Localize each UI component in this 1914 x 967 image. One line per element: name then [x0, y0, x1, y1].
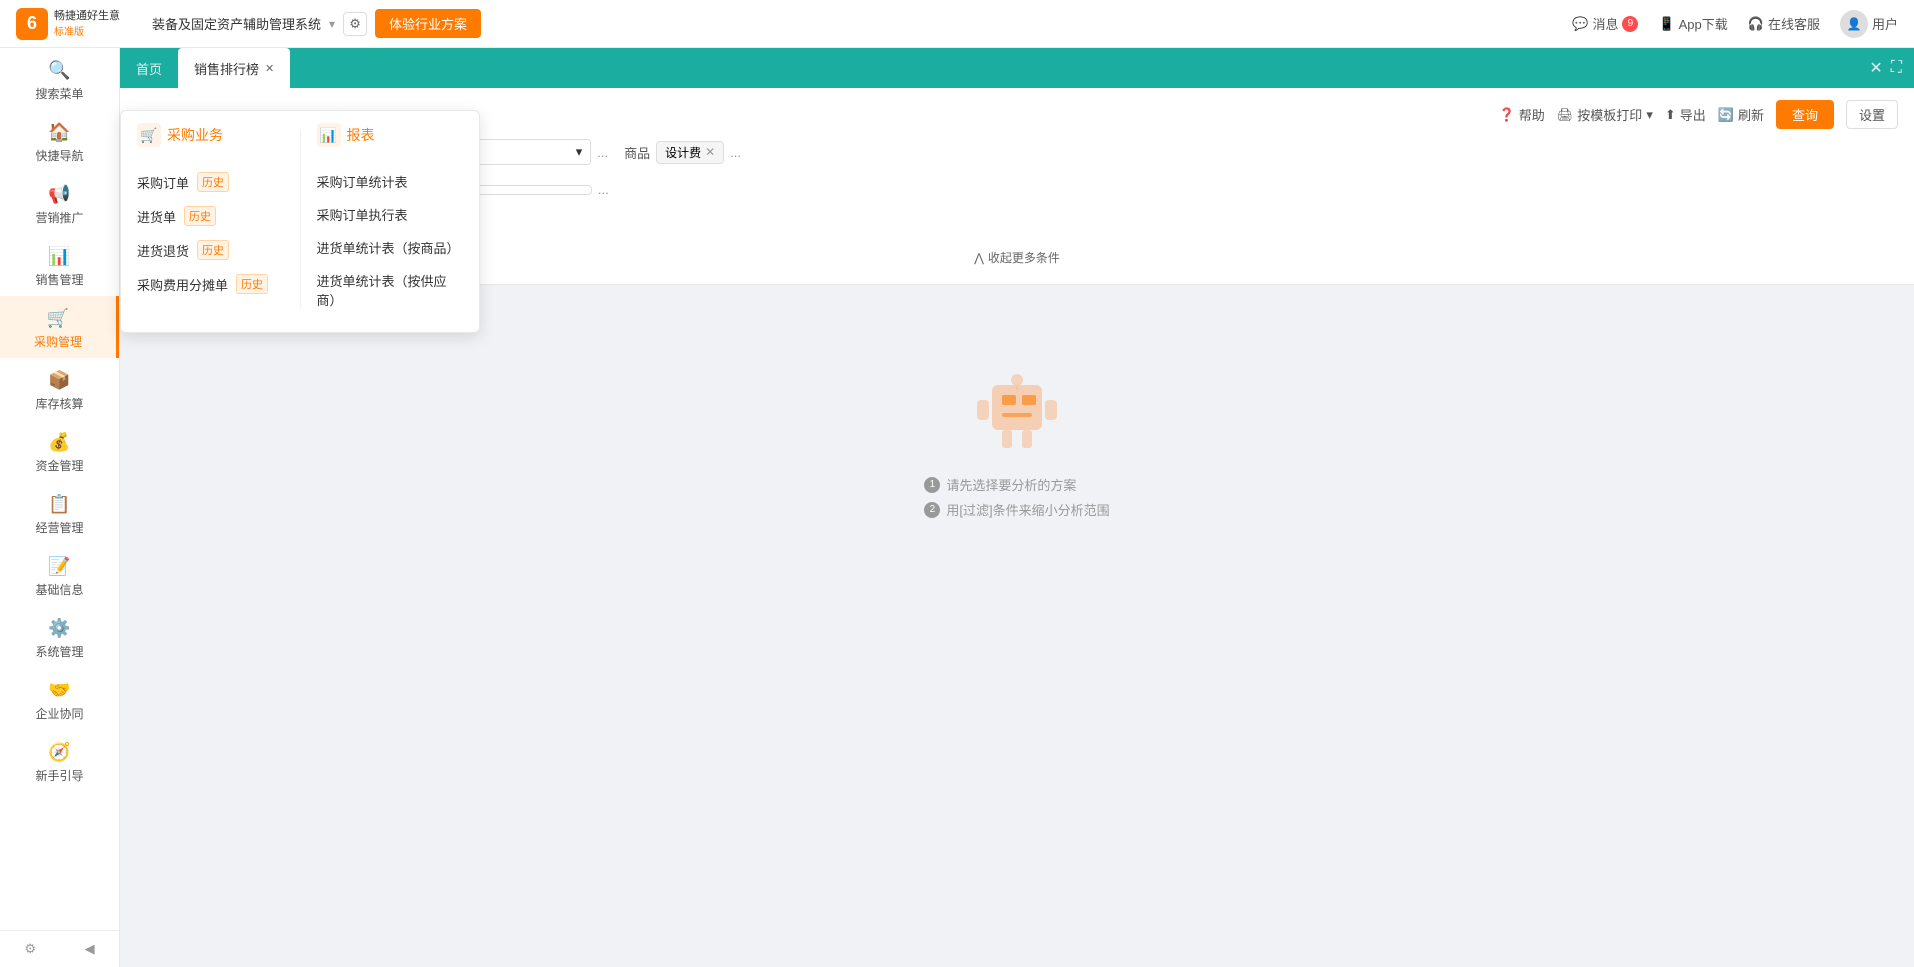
- stock-in-stat-supplier-label: 进货单统计表（按供应商）: [317, 271, 464, 309]
- stock-in-stat-goods-item[interactable]: 进货单统计表（按商品）: [317, 231, 464, 264]
- purchase-col-icon: 🛒: [137, 123, 161, 147]
- dropdown-purchase-col: 🛒 采购业务 采购订单 历史 进货单 历史 进货退货 历史 采购费用分摊单: [121, 123, 300, 316]
- report-col-header: 📊 报表: [317, 123, 464, 153]
- purchase-order-exec-label: 采购订单执行表: [317, 205, 408, 224]
- purchase-order-item[interactable]: 采购订单 历史: [137, 165, 284, 199]
- purchase-expense-item[interactable]: 采购费用分摊单 历史: [137, 267, 284, 301]
- purchase-order-stat-item[interactable]: 采购订单统计表: [317, 165, 464, 198]
- stock-in-stat-supplier-item[interactable]: 进货单统计表（按供应商）: [317, 264, 464, 316]
- purchase-order-label: 采购订单: [137, 173, 189, 192]
- dropdown-overlay[interactable]: 🛒 采购业务 采购订单 历史 进货单 历史 进货退货 历史 采购费用分摊单: [0, 0, 1914, 967]
- purchase-expense-label: 采购费用分摊单: [137, 275, 228, 294]
- purchase-col-title: 采购业务: [167, 125, 223, 145]
- purchase-dropdown-menu: 🛒 采购业务 采购订单 历史 进货单 历史 进货退货 历史 采购费用分摊单: [120, 110, 480, 333]
- purchase-order-exec-item[interactable]: 采购订单执行表: [317, 198, 464, 231]
- dropdown-report-col: 📊 报表 采购订单统计表 采购订单执行表 进货单统计表（按商品） 进货单统计表（…: [301, 123, 480, 316]
- stock-return-history-badge: 历史: [197, 240, 229, 260]
- report-col-title: 报表: [347, 125, 375, 145]
- purchase-order-stat-label: 采购订单统计表: [317, 172, 408, 191]
- stock-return-label: 进货退货: [137, 241, 189, 260]
- stock-in-history-badge: 历史: [184, 206, 216, 226]
- purchase-col-header: 🛒 采购业务: [137, 123, 284, 153]
- report-col-icon: 📊: [317, 123, 341, 147]
- dropdown-columns: 🛒 采购业务 采购订单 历史 进货单 历史 进货退货 历史 采购费用分摊单: [121, 123, 479, 316]
- stock-in-item[interactable]: 进货单 历史: [137, 199, 284, 233]
- stock-in-label: 进货单: [137, 207, 176, 226]
- stock-in-stat-goods-label: 进货单统计表（按商品）: [317, 238, 460, 257]
- purchase-expense-history-badge: 历史: [236, 274, 268, 294]
- purchase-order-history-badge: 历史: [197, 172, 229, 192]
- stock-return-item[interactable]: 进货退货 历史: [137, 233, 284, 267]
